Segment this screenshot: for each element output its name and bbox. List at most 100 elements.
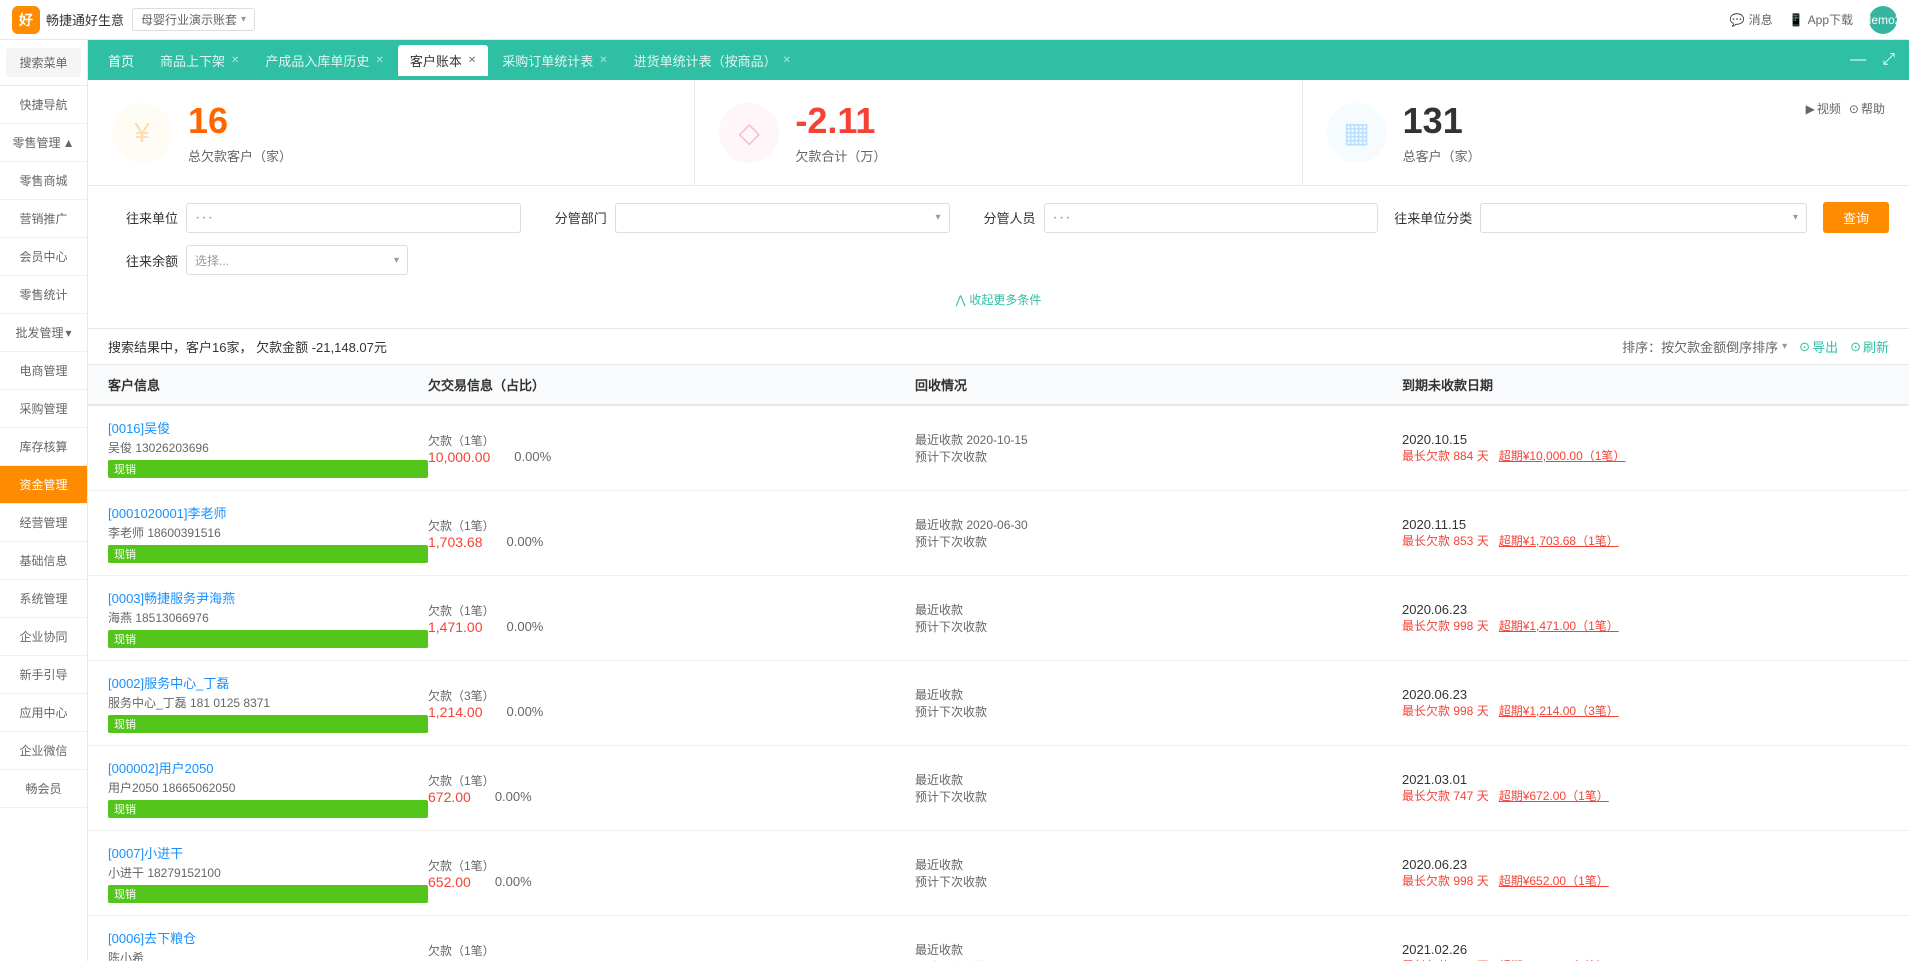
next-collect: 预计下次收款 — [915, 703, 1402, 720]
overdue-total-label: 欠款合计（万） — [795, 146, 1277, 165]
balance-select[interactable]: 选择... ▾ — [186, 245, 408, 275]
customer-contact: 吴俊 13026203696 — [108, 439, 428, 456]
app-download-btn[interactable]: 📱 App下载 — [1789, 11, 1853, 28]
customer-name-link[interactable]: [000002]用户2050 — [108, 758, 428, 777]
play-icon: ▶ — [1806, 102, 1815, 116]
store-selector[interactable]: 母婴行业演示账套 ▾ — [132, 8, 255, 31]
debt-ratio: 0.00% — [495, 874, 532, 889]
debt-ratio: 0.00% — [495, 789, 532, 804]
chevron-down-icon: ▾ — [394, 255, 399, 266]
sidebar-item-marketing[interactable]: 营销推广 — [0, 200, 87, 238]
customer-name-link[interactable]: [0001020001]李老师 — [108, 503, 428, 522]
sort-selector[interactable]: 排序：按欠款金额倒序排序 ▾ — [1622, 337, 1787, 356]
collapse-btn[interactable]: ⋀ 收起更多条件 — [956, 291, 1042, 308]
close-icon[interactable]: ✕ — [231, 55, 239, 66]
close-icon[interactable]: ✕ — [783, 55, 791, 66]
customer-table: 客户信息 欠交易信息（占比） 回收情况 到期未收款日期 [0016]吴俊 吴俊 … — [88, 365, 1909, 961]
sidebar-item-ecommerce[interactable]: 电商管理 — [0, 352, 87, 390]
overdue-link[interactable]: 超期¥1,214.00（3笔） — [1499, 704, 1619, 718]
sidebar-item-ops-mgmt[interactable]: 经营管理 — [0, 504, 87, 542]
debt-cell: 欠款（1笔） 652.00 0.00% — [428, 843, 915, 903]
overdue-link[interactable]: 超期¥1,703.68（1笔） — [1499, 534, 1619, 548]
sidebar-item-app-center[interactable]: 应用中心 — [0, 694, 87, 732]
sidebar-item-batch-mgmt[interactable]: 批发管理 ▾ — [0, 314, 87, 352]
overdue-link[interactable]: 超期¥1,471.00（1笔） — [1499, 619, 1619, 633]
debt-cell: 欠款（1笔） 455.90 0.00% — [428, 928, 915, 961]
overdue-days: 最长欠款 747 天 超期¥672.00（1笔） — [1402, 787, 1889, 804]
col-due-date: 到期未收款日期 — [1402, 375, 1889, 394]
customer-name-link[interactable]: [0016]吴俊 — [108, 418, 428, 437]
debt-amount: 1,703.68 — [428, 534, 483, 550]
minimize-btn[interactable]: — — [1844, 49, 1872, 71]
sidebar-item-basic-info[interactable]: 基础信息 — [0, 542, 87, 580]
due-date: 2020.06.23 — [1402, 602, 1889, 617]
page-content: ¥ 16 总欠款客户（家） ◇ -2.11 欠款合计（万） — [88, 80, 1909, 961]
debt-ratio: 0.00% — [507, 534, 544, 549]
debt-count: 欠款（1笔） — [428, 602, 915, 619]
recover-cell: 最近收款 预计下次收款 — [915, 673, 1402, 733]
expand-btn[interactable]: ⤢ — [1876, 49, 1901, 71]
sidebar-item-retail-mgmt[interactable]: 零售管理 ▲ — [0, 124, 87, 162]
balance-label: 往来余额 — [108, 251, 178, 270]
sidebar-item-vip[interactable]: 畅会员 — [0, 770, 87, 808]
debt-amount: 1,214.00 — [428, 704, 483, 720]
sidebar-item-newbie[interactable]: 新手引导 — [0, 656, 87, 694]
tab-customer-account[interactable]: 客户账本 ✕ — [398, 45, 488, 76]
search-button[interactable]: 查询 — [1823, 202, 1889, 233]
tab-home[interactable]: 首页 — [96, 45, 146, 76]
sidebar-item-enterprise[interactable]: 企业协同 — [0, 618, 87, 656]
last-collect: 最近收款 — [915, 601, 1402, 618]
sidebar-item-retail-mall[interactable]: 零售商城 — [0, 162, 87, 200]
unit-category-select[interactable]: ▾ — [1480, 203, 1807, 233]
sidebar-item-wechat[interactable]: 企业微信 — [0, 732, 87, 770]
message-btn[interactable]: 💬 消息 — [1730, 11, 1773, 28]
tab-stock-stats[interactable]: 进货单统计表（按商品） ✕ — [622, 45, 803, 76]
collapse-icon: ⋀ — [956, 293, 966, 307]
debt-count: 欠款（1笔） — [428, 772, 915, 789]
due-date: 2020.06.23 — [1402, 857, 1889, 872]
overdue-link[interactable]: 超期¥10,000.00（1笔） — [1499, 449, 1626, 463]
overdue-link[interactable]: 超期¥652.00（1笔） — [1499, 874, 1609, 888]
table-row: [0003]畅捷服务尹海燕 海燕 18513066976 现销 欠款（1笔） 1… — [88, 576, 1909, 661]
due-date-cell: 2021.03.01 最长欠款 747 天 超期¥672.00（1笔） — [1402, 758, 1889, 818]
customer-name-link[interactable]: [0002]服务中心_丁磊 — [108, 673, 428, 692]
close-icon[interactable]: ✕ — [468, 55, 476, 66]
search-menu-btn[interactable]: 搜索菜单 — [6, 48, 81, 77]
sidebar-item-member[interactable]: 会员中心 — [0, 238, 87, 276]
filter-area: 往来单位 ··· 分管部门 ▾ — [88, 186, 1909, 329]
export-btn[interactable]: ⊙ 导出 — [1799, 337, 1838, 356]
sidebar-item-inventory[interactable]: 库存核算 — [0, 428, 87, 466]
sidebar-item-quick-nav[interactable]: 快捷导航 — [0, 86, 87, 124]
due-date: 2020.06.23 — [1402, 687, 1889, 702]
sidebar-item-finance[interactable]: 资金管理 — [0, 466, 87, 504]
close-icon[interactable]: ✕ — [375, 55, 383, 66]
customer-name-link[interactable]: [0003]畅捷服务尹海燕 — [108, 588, 428, 607]
debt-cell: 欠款（3笔） 1,214.00 0.00% — [428, 673, 915, 733]
overdue-days: 最长欠款 853 天 超期¥1,703.68（1笔） — [1402, 532, 1889, 549]
user-avatar-area[interactable]: demo2 — [1869, 6, 1897, 34]
sidebar-item-retail-stats[interactable]: 零售统计 — [0, 276, 87, 314]
sidebar-item-sys-mgmt[interactable]: 系统管理 — [0, 580, 87, 618]
tab-products[interactable]: 商品上下架 ✕ — [148, 45, 251, 76]
due-date: 2021.03.01 — [1402, 772, 1889, 787]
customer-contact: 陈小希 — [108, 949, 428, 961]
tab-purchase-order[interactable]: 采购订单统计表 ✕ — [490, 45, 619, 76]
sidebar-item-purchase[interactable]: 采购管理 — [0, 390, 87, 428]
video-btn[interactable]: ▶ 视频 — [1806, 100, 1841, 117]
recover-cell: 最近收款 2020-10-15 预计下次收款 — [915, 418, 1402, 478]
help-btn[interactable]: ⊙ 帮助 — [1849, 100, 1885, 117]
from-unit-input[interactable]: ··· — [186, 203, 521, 233]
close-icon[interactable]: ✕ — [599, 55, 607, 66]
refresh-btn[interactable]: ⊙ 刷新 — [1850, 337, 1889, 356]
help-icon: ⊙ — [1849, 102, 1859, 116]
person-input[interactable]: ··· — [1044, 203, 1379, 233]
tab-production[interactable]: 产成品入库单历史 ✕ — [253, 45, 395, 76]
message-icon: 💬 — [1730, 13, 1745, 27]
customer-cell: [0006]去下粮仓 陈小希 现销 — [108, 928, 428, 961]
customer-name-link[interactable]: [0007]小进干 — [108, 843, 428, 862]
table-row: [0002]服务中心_丁磊 服务中心_丁磊 181 0125 8371 现销 欠… — [88, 661, 1909, 746]
dept-select[interactable]: ▾ — [615, 203, 950, 233]
overdue-link[interactable]: 超期¥672.00（1笔） — [1499, 789, 1609, 803]
customer-name-link[interactable]: [0006]去下粮仓 — [108, 928, 428, 947]
results-debt: 欠款金额 -21,148.07元 — [256, 340, 387, 355]
